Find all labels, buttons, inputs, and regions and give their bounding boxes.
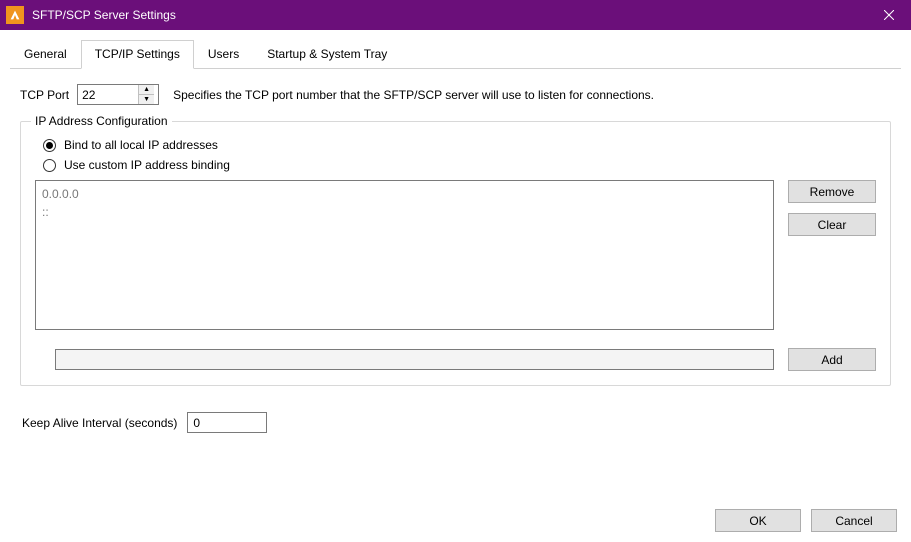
add-ip-row: Add [35,348,876,371]
app-icon [6,6,24,24]
radio-custom-row[interactable]: Use custom IP address binding [43,158,876,172]
ip-config-legend: IP Address Configuration [31,114,172,128]
ip-side-buttons: Remove Clear [788,180,876,330]
tab-startup-system-tray[interactable]: Startup & System Tray [253,40,401,68]
radio-custom-binding[interactable] [43,159,56,172]
keepalive-row: Keep Alive Interval (seconds) [22,412,891,433]
spin-up-icon[interactable]: ▲ [139,85,154,95]
tab-panel-tcpip: TCP Port ▲ ▼ Specifies the TCP port numb… [10,69,901,443]
ip-config-fieldset: IP Address Configuration Bind to all loc… [20,121,891,386]
clear-button[interactable]: Clear [788,213,876,236]
spinbox-arrows: ▲ ▼ [138,85,154,104]
tab-strip: General TCP/IP Settings Users Startup & … [10,40,901,69]
tcp-port-input[interactable] [78,85,138,104]
keepalive-label: Keep Alive Interval (seconds) [22,416,177,430]
tcp-port-label: TCP Port [20,88,69,102]
add-button[interactable]: Add [788,348,876,371]
window-title: SFTP/SCP Server Settings [32,8,866,22]
tcp-port-row: TCP Port ▲ ▼ Specifies the TCP port numb… [20,84,891,105]
tab-users[interactable]: Users [194,40,253,68]
close-button[interactable] [866,0,911,30]
ip-address-list[interactable]: 0.0.0.0 :: [35,180,774,330]
tab-tcpip-settings[interactable]: TCP/IP Settings [81,40,194,69]
radio-bind-all[interactable] [43,139,56,152]
ok-button[interactable]: OK [715,509,801,532]
close-icon [884,10,894,20]
titlebar: SFTP/SCP Server Settings [0,0,911,30]
content-area: General TCP/IP Settings Users Startup & … [0,30,911,443]
tab-general[interactable]: General [10,40,81,68]
dialog-footer: OK Cancel [715,509,897,532]
radio-bind-all-label: Bind to all local IP addresses [64,138,218,152]
remove-button[interactable]: Remove [788,180,876,203]
radio-bind-all-row[interactable]: Bind to all local IP addresses [43,138,876,152]
tcp-port-spinbox[interactable]: ▲ ▼ [77,84,159,105]
ip-section: 0.0.0.0 :: Remove Clear [35,180,876,330]
radio-custom-label: Use custom IP address binding [64,158,230,172]
keepalive-input[interactable] [187,412,267,433]
tcp-port-description: Specifies the TCP port number that the S… [173,88,654,102]
add-ip-input[interactable] [55,349,774,370]
cancel-button[interactable]: Cancel [811,509,897,532]
spin-down-icon[interactable]: ▼ [139,95,154,104]
